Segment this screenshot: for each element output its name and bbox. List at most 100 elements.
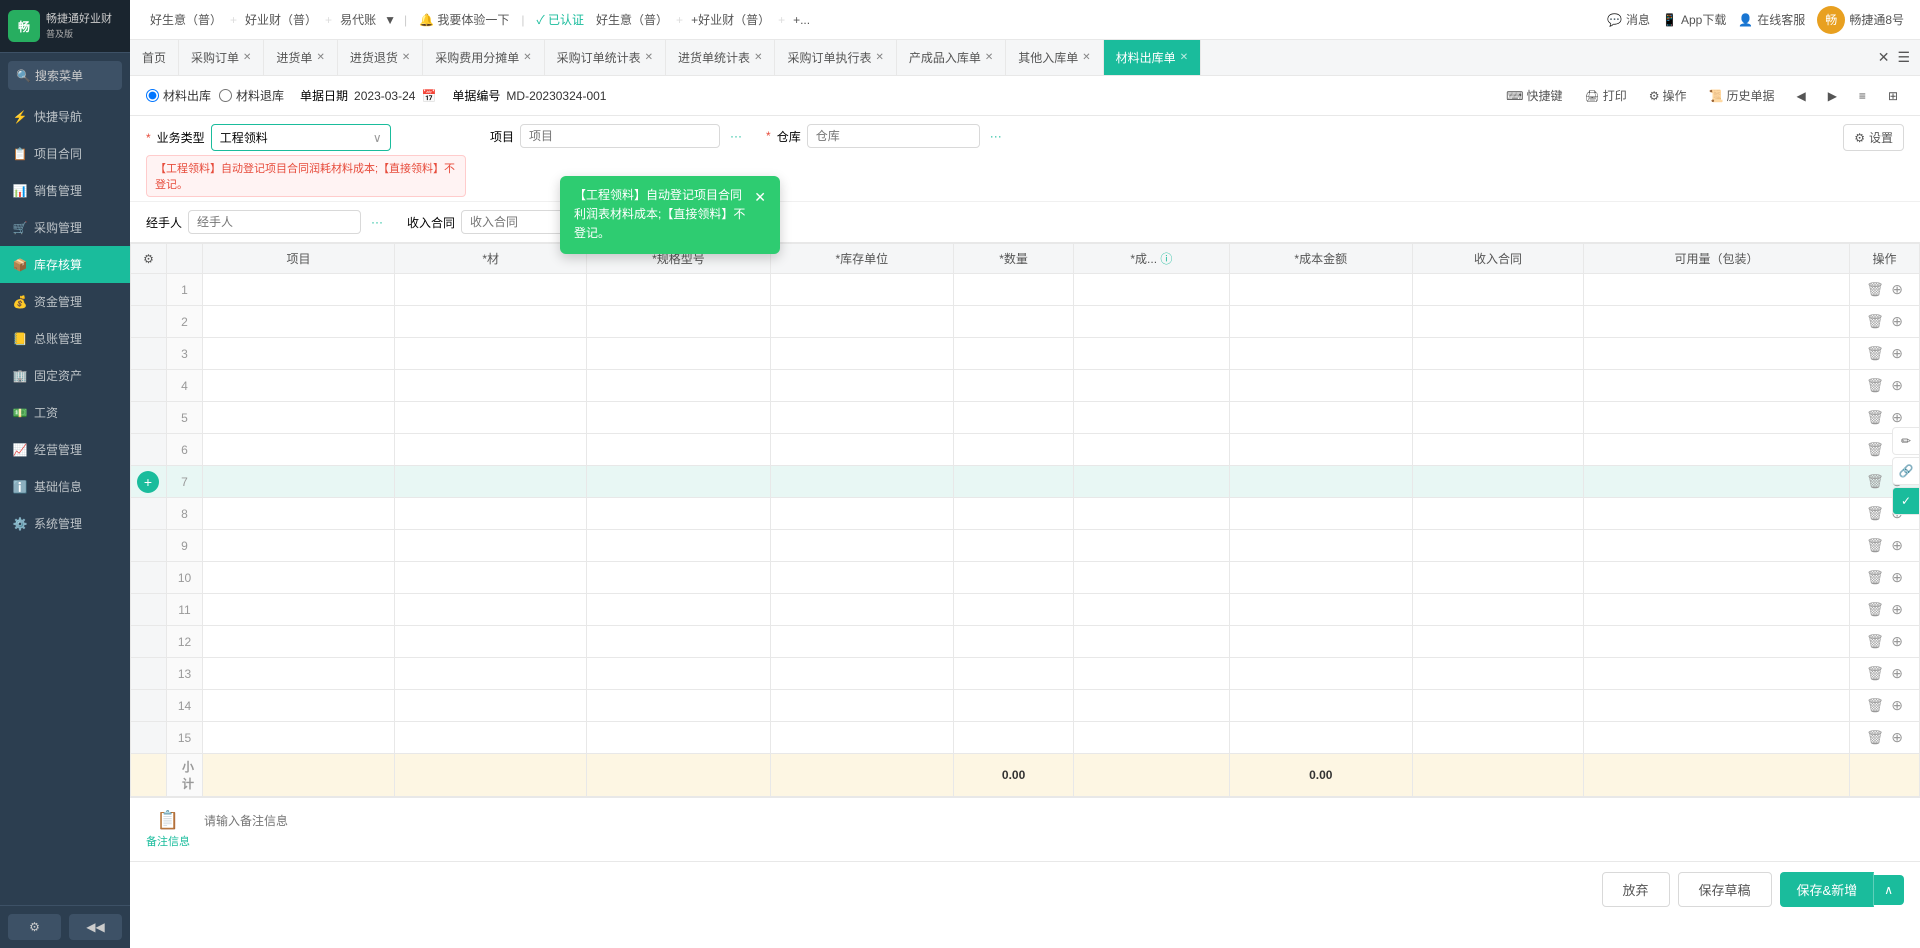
notes-input[interactable] (200, 810, 1904, 832)
cell-cost-amount-14[interactable] (1229, 690, 1412, 722)
copy-icon-11[interactable]: ⊕ (1891, 601, 1903, 617)
tab-close-purchase-expense[interactable]: ✕ (523, 52, 531, 63)
sidebar-item-system[interactable]: ⚙️ 系统管理 (0, 505, 130, 542)
cell-project-12[interactable] (203, 626, 395, 658)
cell-spec-2[interactable] (587, 306, 770, 338)
cell-unit-6[interactable] (770, 434, 953, 466)
cell-available-8[interactable] (1584, 498, 1850, 530)
cell-unit-4[interactable] (770, 370, 953, 402)
tab-close-goods-stat[interactable]: ✕ (754, 52, 762, 63)
sidebar-item-inventory[interactable]: 📦 库存核算 (0, 246, 130, 283)
copy-icon-9[interactable]: ⊕ (1891, 537, 1903, 553)
tab-close-goods-in[interactable]: ✕ (316, 52, 324, 63)
cell-cost-amount-12[interactable] (1229, 626, 1412, 658)
cell-available-13[interactable] (1584, 658, 1850, 690)
topbar-link-haoshengyi[interactable]: 好生意（普） (146, 9, 226, 30)
cell-cost-amount-11[interactable] (1229, 594, 1412, 626)
cell-cost-13[interactable] (1074, 658, 1229, 690)
cell-spec-13[interactable] (587, 658, 770, 690)
sidebar-item-quick-nav[interactable]: ⚡ 快捷导航 (0, 98, 130, 135)
delete-icon-14[interactable]: 🗑 (1866, 697, 1884, 713)
right-tool-link-icon[interactable]: 🔗 (1892, 457, 1920, 485)
cell-available-6[interactable] (1584, 434, 1850, 466)
delete-icon-12[interactable]: 🗑 (1866, 633, 1884, 649)
cell-spec-7[interactable] (587, 466, 770, 498)
topbar-link-more[interactable]: +... (789, 11, 814, 29)
cell-project-3[interactable] (203, 338, 395, 370)
tab-purchase-stat[interactable]: 采购订单统计表 ✕ (545, 40, 666, 76)
right-tool-edit-icon[interactable]: ✏ (1892, 427, 1920, 455)
shortcut-button[interactable]: ⌨ 快捷键 (1500, 84, 1568, 107)
cell-spec-1[interactable] (587, 274, 770, 306)
sidebar-item-ledger[interactable]: 📒 总账管理 (0, 320, 130, 357)
copy-icon-4[interactable]: ⊕ (1891, 377, 1903, 393)
cell-project-7[interactable] (203, 466, 395, 498)
cell-project-4[interactable] (203, 370, 395, 402)
material-out-radio-label[interactable]: 材料出库 (146, 87, 211, 104)
history-button[interactable]: 📜 历史单据 (1702, 84, 1780, 107)
copy-icon-12[interactable]: ⊕ (1891, 633, 1903, 649)
cell-cost-amount-8[interactable] (1229, 498, 1412, 530)
cell-material-7[interactable] (395, 466, 587, 498)
tab-goods-stat[interactable]: 进货单统计表 ✕ (666, 40, 775, 76)
tab-purchase-exec[interactable]: 采购订单执行表 ✕ (775, 40, 896, 76)
active-material-input[interactable] (461, 475, 521, 489)
tab-close-material-out[interactable]: ✕ (1180, 52, 1188, 63)
cell-income-contract-12[interactable] (1412, 626, 1583, 658)
cell-cost-8[interactable] (1074, 498, 1229, 530)
tab-close-product-in[interactable]: ✕ (985, 52, 993, 63)
copy-icon-13[interactable]: ⊕ (1891, 665, 1903, 681)
tab-purchase-expense[interactable]: 采购费用分摊单 ✕ (423, 40, 544, 76)
cell-unit-14[interactable] (770, 690, 953, 722)
cell-material-13[interactable] (395, 658, 587, 690)
topbar-link-haoyecai[interactable]: 好业财（普） (241, 9, 321, 30)
cell-project-8[interactable] (203, 498, 395, 530)
cell-unit-3[interactable] (770, 338, 953, 370)
cell-available-11[interactable] (1584, 594, 1850, 626)
cell-cost-amount-5[interactable] (1229, 402, 1412, 434)
next-record-button[interactable]: ▶ (1822, 86, 1843, 106)
search-menu-button[interactable]: 🔍 搜索菜单 (8, 61, 122, 90)
cell-income-contract-10[interactable] (1412, 562, 1583, 594)
cell-project-2[interactable] (203, 306, 395, 338)
cell-spec-14[interactable] (587, 690, 770, 722)
tabs-more-button[interactable]: ☰ (1895, 47, 1912, 68)
handler-input[interactable] (188, 210, 361, 234)
cell-qty-10[interactable] (954, 562, 1074, 594)
tab-goods-return[interactable]: 进货退货 ✕ (338, 40, 423, 76)
cell-qty-4[interactable] (954, 370, 1074, 402)
cell-income-contract-8[interactable] (1412, 498, 1583, 530)
tab-product-in[interactable]: 产成品入库单 ✕ (897, 40, 1006, 76)
active-project-input[interactable] (269, 475, 329, 489)
cell-material-9[interactable] (395, 530, 587, 562)
tab-close-purchase-exec[interactable]: ✕ (875, 52, 883, 63)
cell-available-10[interactable] (1584, 562, 1850, 594)
cell-material-5[interactable] (395, 402, 587, 434)
print-button[interactable]: 🖨 打印 (1578, 84, 1632, 107)
settings-button[interactable]: ⚙ (8, 914, 61, 940)
cell-material-3[interactable] (395, 338, 587, 370)
cell-unit-2[interactable] (770, 306, 953, 338)
cell-project-10[interactable] (203, 562, 395, 594)
cell-spec-9[interactable] (587, 530, 770, 562)
delete-icon-2[interactable]: 🗑 (1866, 313, 1884, 329)
cell-cost-10[interactable] (1074, 562, 1229, 594)
cell-qty-2[interactable] (954, 306, 1074, 338)
copy-icon-1[interactable]: ⊕ (1891, 281, 1903, 297)
save-new-arrow-button[interactable]: ∧ (1874, 875, 1904, 905)
tab-close-goods-return[interactable]: ✕ (402, 52, 410, 63)
cell-spec-11[interactable] (587, 594, 770, 626)
delete-icon-8[interactable]: 🗑 (1866, 505, 1884, 521)
cell-qty-7[interactable] (954, 466, 1074, 498)
cell-income-contract-9[interactable] (1412, 530, 1583, 562)
sidebar-item-finance[interactable]: 💰 资金管理 (0, 283, 130, 320)
cell-available-15[interactable] (1584, 722, 1850, 754)
cell-cost-amount-6[interactable] (1229, 434, 1412, 466)
cell-cost-4[interactable] (1074, 370, 1229, 402)
cell-qty-3[interactable] (954, 338, 1074, 370)
grid-view-button[interactable]: ⊞ (1882, 86, 1904, 106)
cell-qty-8[interactable] (954, 498, 1074, 530)
copy-icon-2[interactable]: ⊕ (1891, 313, 1903, 329)
messages-button[interactable]: 💬 消息 (1607, 11, 1650, 28)
cell-available-3[interactable] (1584, 338, 1850, 370)
